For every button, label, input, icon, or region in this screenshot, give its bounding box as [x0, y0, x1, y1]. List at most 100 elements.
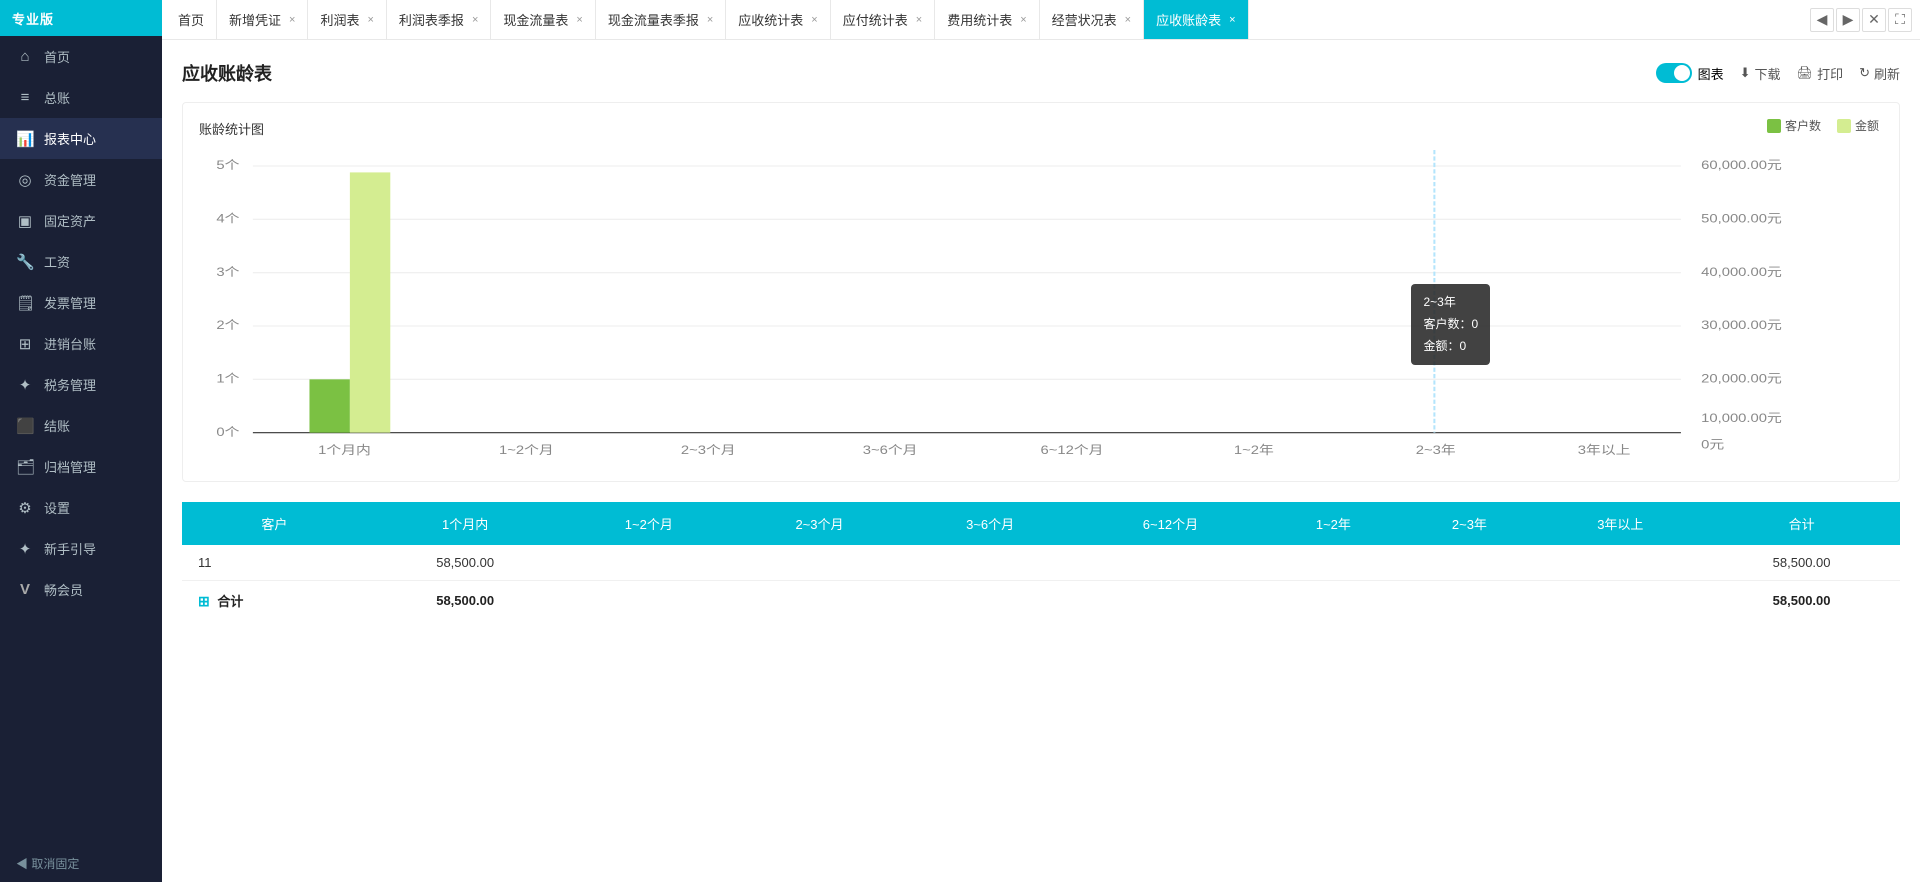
tab-close-icon[interactable]: × [811, 14, 817, 26]
sidebar-item-assets[interactable]: ▣ 固定资产 [0, 200, 162, 241]
salary-icon: 🔧 [16, 253, 34, 271]
svg-text:0元: 0元 [1701, 438, 1724, 451]
toggle-switch-control[interactable] [1656, 63, 1692, 83]
sidebar-item-stock[interactable]: ⊞ 进销台账 [0, 323, 162, 364]
tab-close-icon[interactable]: × [1125, 14, 1131, 26]
cell-y3p [1537, 545, 1703, 581]
tab-close-icon[interactable]: × [367, 14, 373, 26]
sidebar-item-ledger[interactable]: ≡ 总账 [0, 77, 162, 118]
chart-toggle[interactable]: 图表 [1656, 63, 1724, 83]
bar-amount-0 [350, 172, 390, 432]
sidebar-item-label: 发票管理 [44, 293, 96, 312]
sidebar-toggle-pin[interactable]: ◀ 取消固定 [0, 845, 162, 882]
archive-icon: 🗂 [16, 458, 34, 476]
tab-close-all-button[interactable]: ✕ [1862, 8, 1886, 32]
tab-expense-stats[interactable]: 费用统计表 × [935, 0, 1039, 40]
chart-legend: 客户数 金额 [1767, 117, 1879, 134]
tab-label: 现金流量表季报 [608, 10, 699, 29]
sidebar-item-home[interactable]: ⌂ 首页 [0, 36, 162, 77]
download-button[interactable]: ⬇ 下载 [1740, 64, 1781, 83]
cell-m23 [734, 545, 905, 581]
svg-text:3年以上: 3年以上 [1578, 443, 1631, 456]
footer-y12 [1265, 581, 1401, 621]
footer-m23 [734, 581, 905, 621]
sidebar-item-report[interactable]: 📊 报表中心 [0, 118, 162, 159]
svg-text:60,000.00元: 60,000.00元 [1701, 159, 1782, 172]
tab-close-icon[interactable]: × [707, 14, 713, 26]
tab-label: 应付统计表 [843, 10, 908, 29]
sidebar-item-label: 固定资产 [44, 211, 96, 230]
col-m612: 6~12个月 [1075, 502, 1265, 545]
sidebar-item-label: 新手引导 [44, 539, 96, 558]
tab-new-voucher[interactable]: 新增凭证 × [217, 0, 308, 40]
tab-close-icon[interactable]: × [916, 14, 922, 26]
sidebar-item-vip[interactable]: V 畅会员 [0, 569, 162, 610]
refresh-button[interactable]: ↻ 刷新 [1859, 64, 1900, 83]
tab-ap-stats[interactable]: 应付统计表 × [831, 0, 935, 40]
tab-cashflow[interactable]: 现金流量表 × [491, 0, 595, 40]
svg-text:2~3个月: 2~3个月 [681, 443, 736, 456]
footer-y3p [1537, 581, 1703, 621]
svg-text:2个: 2个 [216, 319, 239, 332]
tab-next-button[interactable]: ▶ [1836, 8, 1860, 32]
tab-ar-stats[interactable]: 应收统计表 × [726, 0, 830, 40]
tab-operations[interactable]: 经营状况表 × [1040, 0, 1144, 40]
svg-text:30,000.00元: 30,000.00元 [1701, 319, 1782, 332]
sidebar-item-label: 报表中心 [44, 129, 96, 148]
sidebar-item-label: 进销台账 [44, 334, 96, 353]
tab-ar-aging[interactable]: 应收账龄表 × [1144, 0, 1248, 40]
tab-label: 利润表 [320, 10, 359, 29]
sidebar-item-guide[interactable]: ✦ 新手引导 [0, 528, 162, 569]
tab-close-icon[interactable]: × [289, 14, 295, 26]
sidebar-item-tax[interactable]: ✦ 税务管理 [0, 364, 162, 405]
tab-close-icon[interactable]: × [472, 14, 478, 26]
sidebar-item-invoice[interactable]: 🗒 发票管理 [0, 282, 162, 323]
tab-bar: 首页 新增凭证 × 利润表 × 利润表季报 × 现金流量表 × 现金流量表季报 … [162, 0, 1920, 40]
legend-amount-color [1837, 119, 1851, 133]
tab-fullscreen-button[interactable]: ⛶ [1888, 8, 1912, 32]
download-icon: ⬇ [1740, 65, 1751, 81]
chart-title: 账龄统计图 [199, 119, 1883, 138]
close-accounts-icon: ⬛ [16, 417, 34, 435]
cell-m36 [905, 545, 1076, 581]
data-table: 客户 1个月内 1~2个月 2~3个月 3~6个月 6~12个月 1~2年 2~… [182, 502, 1900, 620]
sidebar-item-label: 归档管理 [44, 457, 96, 476]
total-icon: ⊞ [198, 593, 210, 609]
svg-text:1~2个月: 1~2个月 [499, 443, 554, 456]
tab-navigation: ◀ ▶ ✕ ⛶ [1810, 8, 1916, 32]
tab-home[interactable]: 首页 [166, 0, 217, 40]
tab-cashflow-quarter[interactable]: 现金流量表季报 × [596, 0, 726, 40]
sidebar-item-salary[interactable]: 🔧 工资 [0, 241, 162, 282]
tab-close-icon[interactable]: × [576, 14, 582, 26]
toolbar: 图表 ⬇ 下载 🖨 打印 ↻ 刷新 [1656, 63, 1900, 83]
col-m36: 3~6个月 [905, 502, 1076, 545]
col-customer: 客户 [182, 502, 367, 545]
print-button[interactable]: 🖨 打印 [1797, 64, 1844, 83]
cell-m12 [564, 545, 735, 581]
sidebar-item-settings[interactable]: ⚙ 设置 [0, 487, 162, 528]
tab-profit[interactable]: 利润表 × [308, 0, 386, 40]
ledger-icon: ≡ [16, 89, 34, 106]
chart-svg: 5个 4个 3个 2个 1个 0个 60,000.00元 50,000.00元 [199, 150, 1883, 470]
sidebar-item-label: 首页 [44, 47, 70, 66]
tab-label: 应收统计表 [738, 10, 803, 29]
svg-text:6~12个月: 6~12个月 [1040, 443, 1103, 456]
tab-profit-quarter[interactable]: 利润表季报 × [387, 0, 491, 40]
svg-text:1~2年: 1~2年 [1234, 443, 1274, 456]
sidebar-item-archive[interactable]: 🗂 归档管理 [0, 446, 162, 487]
tab-prev-button[interactable]: ◀ [1810, 8, 1834, 32]
sidebar-item-label: 工资 [44, 252, 70, 271]
toggle-label: 图表 [1698, 64, 1724, 83]
col-y23: 2~3年 [1401, 502, 1537, 545]
tab-label: 新增凭证 [229, 10, 281, 29]
sidebar-item-label: 畅会员 [44, 580, 83, 599]
bar-customer-0 [309, 379, 349, 432]
sidebar-item-close[interactable]: ⬛ 结账 [0, 405, 162, 446]
home-icon: ⌂ [16, 48, 34, 65]
sidebar-item-funds[interactable]: ◎ 资金管理 [0, 159, 162, 200]
cell-customer: 11 [182, 545, 367, 581]
footer-total: 58,500.00 [1703, 581, 1900, 621]
tab-close-icon[interactable]: × [1020, 14, 1026, 26]
legend-customer-label: 客户数 [1785, 117, 1821, 134]
tab-close-icon[interactable]: × [1229, 14, 1235, 26]
